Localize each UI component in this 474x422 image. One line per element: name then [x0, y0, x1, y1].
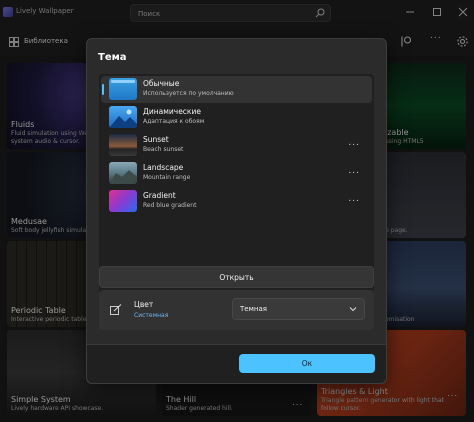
theme-item-default[interactable]: Обычные Используется по умолчанию: [101, 76, 372, 103]
theme-more-button[interactable]: ...: [348, 166, 360, 176]
open-button[interactable]: Открыть: [99, 266, 374, 288]
selection-indicator: [102, 84, 104, 95]
theme-description: Red blue gradient: [143, 202, 197, 209]
theme-thumbnail: [109, 190, 137, 212]
theme-thumbnail: [109, 106, 137, 128]
theme-description: Beach sunset: [143, 146, 184, 153]
theme-title: Sunset: [143, 135, 169, 144]
chevron-down-icon: [349, 307, 357, 312]
theme-more-button[interactable]: ...: [348, 138, 360, 148]
theme-title: Gradient: [143, 191, 176, 200]
color-mode-dropdown[interactable]: Темная: [232, 298, 365, 320]
theme-item-landscape[interactable]: Landscape Mountain range ...: [101, 160, 372, 187]
ok-button[interactable]: Ок: [239, 354, 375, 373]
theme-description: Используется по умолчанию: [143, 90, 234, 97]
theme-item-dynamic[interactable]: Динамические Адаптация к обоям: [101, 104, 372, 131]
theme-thumbnail: [109, 162, 137, 184]
dropdown-value: Темная: [240, 305, 267, 313]
theme-title: Landscape: [143, 163, 184, 172]
theme-title: Обычные: [143, 79, 180, 88]
theme-item-sunset[interactable]: Sunset Beach sunset ...: [101, 132, 372, 159]
color-settings: Цвет Системная Темная: [99, 290, 374, 330]
dialog-title: Тема: [98, 52, 127, 63]
theme-thumbnail: [109, 134, 137, 156]
theme-description: Mountain range: [143, 174, 191, 181]
theme-dialog: Тема Обычные Используется по умолчанию Д…: [86, 38, 387, 384]
color-sublabel: Системная: [134, 312, 169, 319]
theme-more-button[interactable]: ...: [348, 194, 360, 204]
color-palette-icon: [110, 304, 122, 315]
color-label: Цвет: [134, 300, 154, 309]
theme-title: Динамические: [143, 107, 201, 116]
theme-description: Адаптация к обоям: [143, 118, 205, 125]
theme-item-gradient[interactable]: Gradient Red blue gradient ...: [101, 188, 372, 215]
theme-thumbnail: [109, 78, 137, 100]
